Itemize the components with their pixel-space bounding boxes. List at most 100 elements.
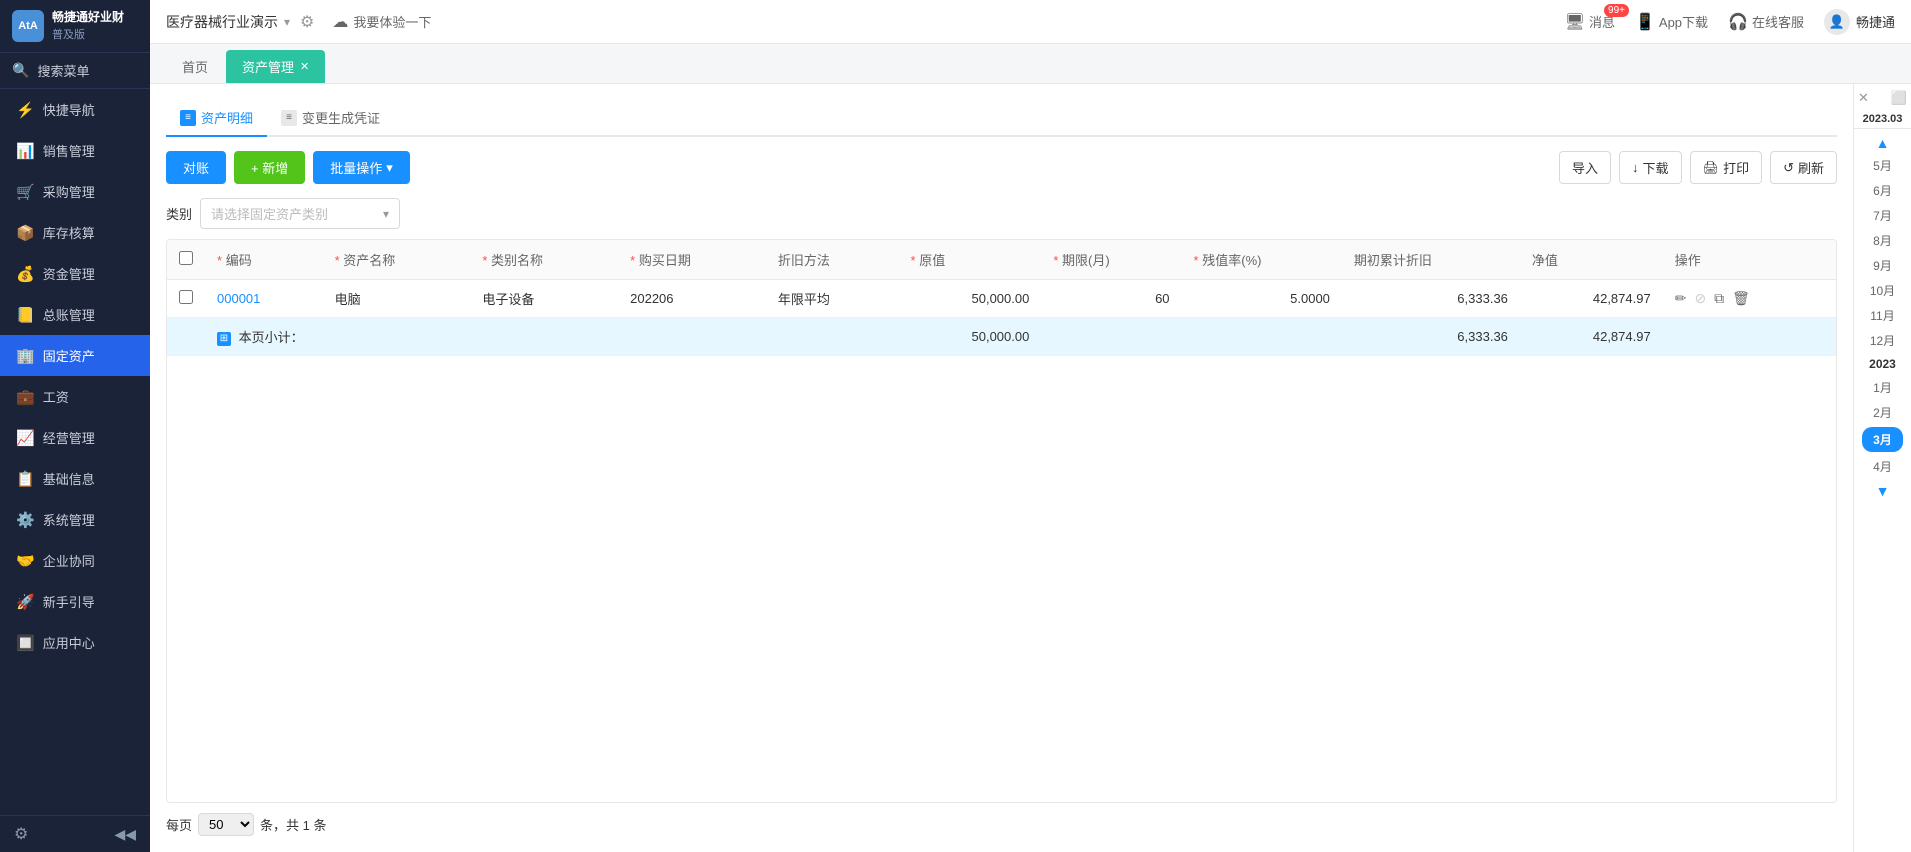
subtotal-icon: ⊞ bbox=[217, 332, 231, 346]
system-label: 系统管理 bbox=[43, 510, 95, 529]
tab-close-icon[interactable]: ✕ bbox=[300, 60, 309, 73]
cooperation-icon: 🤝 bbox=[16, 552, 35, 570]
batch-label: 批量操作 bbox=[330, 158, 382, 177]
filter-row: 类别 请选择固定资产类别 ▾ bbox=[166, 198, 1837, 229]
app-download-btn[interactable]: 📱 App下载 bbox=[1635, 12, 1708, 32]
select-all-checkbox[interactable] bbox=[179, 251, 193, 265]
company-selector[interactable]: 医疗器械行业演示 ▾ bbox=[166, 12, 290, 32]
sidebar-item-fixed-assets[interactable]: 🏢 固定资产 bbox=[0, 335, 150, 376]
sidebar-item-quick-nav[interactable]: ⚡ 快捷导航 bbox=[0, 89, 150, 130]
management-label: 经营管理 bbox=[43, 428, 95, 447]
download-label: 下载 bbox=[1643, 158, 1669, 177]
timeline-12[interactable]: 12月 bbox=[1854, 328, 1911, 353]
collapse-icon[interactable]: ◀◀ bbox=[114, 826, 136, 843]
tab-home[interactable]: 首页 bbox=[166, 50, 224, 83]
timeline-5[interactable]: 5月 bbox=[1854, 153, 1911, 178]
logo-icon: AtA bbox=[12, 10, 44, 42]
sub-tabs: ≡ 资产明细 ≡ 变更生成凭证 bbox=[166, 100, 1837, 137]
import-btn[interactable]: 导入 bbox=[1559, 151, 1611, 184]
right-sidebar-close-icon[interactable]: ✕ bbox=[1858, 90, 1869, 106]
right-sidebar-expand-icon[interactable]: ⬜ bbox=[1891, 90, 1907, 106]
fixed-assets-icon: 🏢 bbox=[16, 347, 35, 365]
edit-icon[interactable]: ✏ bbox=[1675, 290, 1687, 307]
download-btn[interactable]: ↓ 下载 bbox=[1619, 151, 1682, 184]
inventory-label: 库存核算 bbox=[43, 223, 95, 242]
timeline-2[interactable]: 2月 bbox=[1854, 400, 1911, 425]
guide-label: 新手引导 bbox=[43, 592, 95, 611]
disable-icon[interactable]: ⊘ bbox=[1694, 290, 1706, 307]
timeline-1[interactable]: 1月 bbox=[1854, 375, 1911, 400]
basic-info-label: 基础信息 bbox=[43, 469, 95, 488]
subtotal-original-value: 50,000.00 bbox=[899, 318, 1042, 356]
per-page-label: 每页 bbox=[166, 815, 192, 834]
message-icon: 🖥 bbox=[1565, 12, 1585, 32]
sidebar-item-salary[interactable]: 💼 工资 bbox=[0, 376, 150, 417]
timeline-6[interactable]: 6月 bbox=[1854, 178, 1911, 203]
customer-service-btn[interactable]: 🎧 在线客服 bbox=[1728, 12, 1804, 32]
sales-label: 销售管理 bbox=[43, 141, 95, 160]
timeline-scroll-down-icon[interactable]: ▼ bbox=[1874, 481, 1892, 501]
settings-icon[interactable]: ⚙ bbox=[14, 824, 28, 844]
sidebar-item-funds[interactable]: 💰 资金管理 bbox=[0, 253, 150, 294]
col-category: * 类别名称 bbox=[470, 240, 618, 280]
timeline-scroll-up-icon[interactable]: ▲ bbox=[1874, 133, 1892, 153]
refresh-btn[interactable]: ↺ 刷新 bbox=[1770, 151, 1837, 184]
sidebar-item-sales[interactable]: 📊 销售管理 bbox=[0, 130, 150, 171]
col-checkbox bbox=[167, 240, 205, 280]
sidebar-item-app-center[interactable]: 🔲 应用中心 bbox=[0, 622, 150, 663]
sidebar-item-purchase[interactable]: 🛒 采购管理 bbox=[0, 171, 150, 212]
tab-asset-management[interactable]: 资产管理 ✕ bbox=[226, 50, 325, 83]
filter-category-select[interactable]: 请选择固定资产类别 ▾ bbox=[200, 198, 400, 229]
col-net-value: 净值 bbox=[1520, 240, 1663, 280]
account-btn[interactable]: 对账 bbox=[166, 151, 226, 184]
filter-arrow-icon: ▾ bbox=[383, 207, 389, 221]
timeline-year-2023: 2023 bbox=[1854, 353, 1911, 375]
sub-tab-change-voucher-label: 变更生成凭证 bbox=[302, 108, 380, 127]
timeline-9[interactable]: 9月 bbox=[1854, 253, 1911, 278]
gear-icon[interactable]: ⚙ bbox=[300, 12, 314, 32]
sidebar-item-guide[interactable]: 🚀 新手引导 bbox=[0, 581, 150, 622]
sub-tab-change-voucher[interactable]: ≡ 变更生成凭证 bbox=[267, 100, 394, 137]
filter-placeholder: 请选择固定资产类别 bbox=[211, 204, 379, 223]
sales-icon: 📊 bbox=[16, 142, 35, 160]
tab-home-label: 首页 bbox=[182, 60, 208, 75]
sidebar-item-management[interactable]: 📈 经营管理 bbox=[0, 417, 150, 458]
timeline-3-current[interactable]: 3月 bbox=[1862, 427, 1903, 452]
timeline-11[interactable]: 11月 bbox=[1854, 303, 1911, 328]
row-checkbox[interactable] bbox=[179, 290, 193, 304]
cell-residual-rate: 5.0000 bbox=[1182, 280, 1342, 318]
timeline-10[interactable]: 10月 bbox=[1854, 278, 1911, 303]
sidebar-item-inventory[interactable]: 📦 库存核算 bbox=[0, 212, 150, 253]
search-menu-item[interactable]: 🔍 搜索菜单 bbox=[0, 53, 150, 89]
batch-btn[interactable]: 批量操作 ▾ bbox=[313, 151, 410, 184]
change-voucher-icon: ≡ bbox=[281, 110, 297, 126]
cell-depreciation-method: 年限平均 bbox=[766, 280, 899, 318]
col-residual-rate: * 残值率(%) bbox=[1182, 240, 1342, 280]
sidebar-item-system[interactable]: ⚙️ 系统管理 bbox=[0, 499, 150, 540]
new-btn[interactable]: + 新增 bbox=[234, 151, 305, 184]
logo-subtitle: 普及版 bbox=[52, 26, 124, 42]
username: 畅捷通 bbox=[1856, 12, 1895, 31]
sidebar-item-basic-info[interactable]: 📋 基础信息 bbox=[0, 458, 150, 499]
sidebar-item-ledger[interactable]: 📒 总账管理 bbox=[0, 294, 150, 335]
cell-code: 000001 bbox=[205, 280, 323, 318]
per-page-select[interactable]: 50 100 200 bbox=[198, 813, 254, 836]
timeline-7[interactable]: 7月 bbox=[1854, 203, 1911, 228]
print-btn[interactable]: 🖨 打印 bbox=[1690, 151, 1763, 184]
logo-title: 畅捷通好业财 bbox=[52, 10, 124, 26]
experience-btn[interactable]: ☁ 我要体验一下 bbox=[332, 12, 431, 32]
message-btn[interactable]: 🖥 消息 99+ bbox=[1565, 12, 1615, 32]
delete-icon[interactable]: 🗑 bbox=[1732, 290, 1750, 307]
copy-icon[interactable]: ⧉ bbox=[1714, 290, 1724, 307]
sidebar-logo: AtA 畅捷通好业财 普及版 bbox=[0, 0, 150, 53]
page-tabs: 首页 资产管理 ✕ bbox=[150, 44, 1911, 84]
experience-label: 我要体验一下 bbox=[353, 12, 431, 31]
timeline-8[interactable]: 8月 bbox=[1854, 228, 1911, 253]
cell-net-value: 42,874.97 bbox=[1520, 280, 1663, 318]
purchase-label: 采购管理 bbox=[43, 182, 95, 201]
sidebar-item-cooperation[interactable]: 🤝 企业协同 bbox=[0, 540, 150, 581]
col-operation: 操作 bbox=[1663, 240, 1836, 280]
timeline-4[interactable]: 4月 bbox=[1854, 454, 1911, 479]
app-center-label: 应用中心 bbox=[43, 633, 95, 652]
sub-tab-asset-detail[interactable]: ≡ 资产明细 bbox=[166, 100, 267, 137]
